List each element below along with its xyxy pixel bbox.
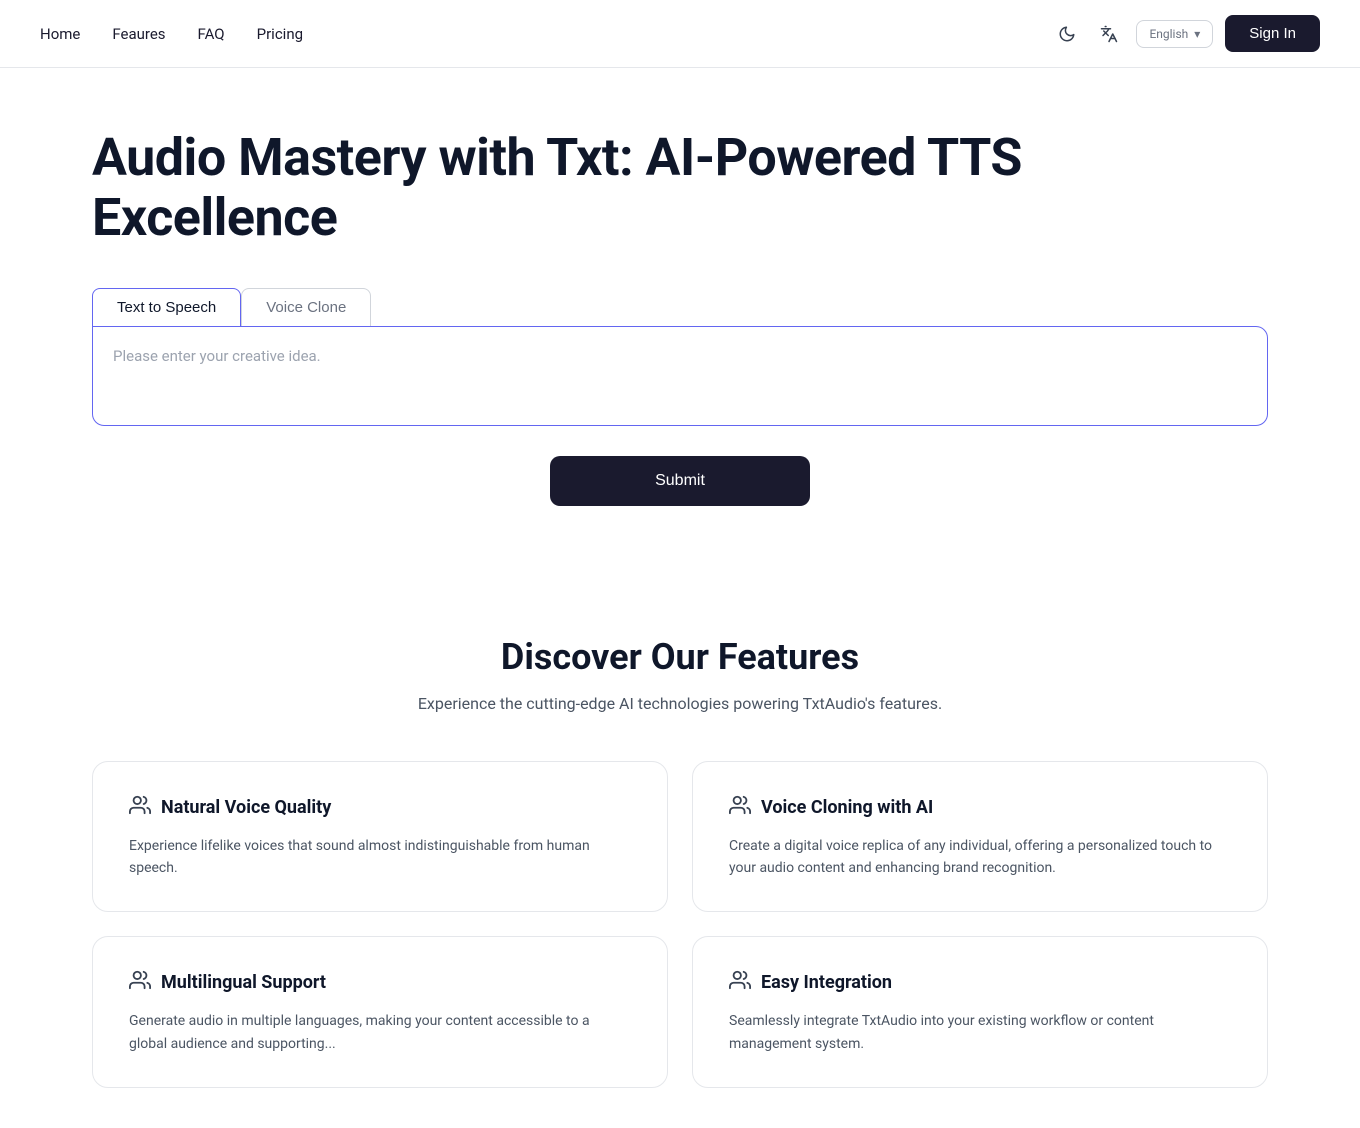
tabs-container: Text to Speech Voice Clone	[92, 288, 371, 326]
features-subtitle: Experience the cutting-edge AI technolog…	[92, 694, 1268, 713]
multilingual-icon	[129, 969, 151, 996]
integration-label: Easy Integration	[761, 972, 892, 993]
voice-cloning-label: Voice Cloning with AI	[761, 797, 933, 818]
hero-title: Audio Mastery with Txt: AI-Powered TTS E…	[92, 128, 1268, 248]
nav-link-features[interactable]: Feaures	[112, 25, 165, 43]
language-label: English	[1149, 27, 1188, 41]
chevron-down-icon: ▾	[1194, 27, 1200, 41]
moon-icon	[1058, 25, 1076, 43]
creative-idea-input[interactable]	[93, 327, 1267, 421]
natural-voice-icon	[129, 794, 151, 821]
nav-link-pricing[interactable]: Pricing	[257, 25, 303, 43]
multilingual-label: Multilingual Support	[161, 972, 326, 993]
nav-link-faq[interactable]: FAQ	[198, 25, 225, 43]
tab-voice-clone[interactable]: Voice Clone	[241, 288, 371, 326]
feature-card-voice-cloning: Voice Cloning with AI Create a digital v…	[692, 761, 1268, 913]
sign-in-button[interactable]: Sign In	[1225, 15, 1320, 52]
natural-voice-desc: Experience lifelike voices that sound al…	[129, 835, 631, 880]
feature-voice-cloning-title: Voice Cloning with AI	[729, 794, 1231, 821]
nav-left: Home Feaures FAQ Pricing	[40, 25, 303, 43]
dark-mode-toggle[interactable]	[1052, 19, 1082, 49]
submit-button[interactable]: Submit	[550, 456, 810, 506]
integration-desc: Seamlessly integrate TxtAudio into your …	[729, 1010, 1231, 1055]
translate-button[interactable]	[1094, 19, 1124, 49]
nav-right: English ▾ Sign In	[1052, 15, 1320, 52]
voice-cloning-desc: Create a digital voice replica of any in…	[729, 835, 1231, 880]
integration-icon	[729, 969, 751, 996]
navbar: Home Feaures FAQ Pricing English ▾ Sign …	[0, 0, 1360, 68]
textarea-wrapper	[92, 326, 1268, 426]
feature-card-natural-voice: Natural Voice Quality Experience lifelik…	[92, 761, 668, 913]
voice-cloning-icon	[729, 794, 751, 821]
feature-multilingual-title: Multilingual Support	[129, 969, 631, 996]
features-section: Discover Our Features Experience the cut…	[0, 576, 1360, 1128]
features-title: Discover Our Features	[92, 636, 1268, 678]
feature-integration-title: Easy Integration	[729, 969, 1231, 996]
feature-card-multilingual: Multilingual Support Generate audio in m…	[92, 936, 668, 1088]
tab-text-to-speech[interactable]: Text to Speech	[92, 288, 241, 326]
main-content: Audio Mastery with Txt: AI-Powered TTS E…	[0, 68, 1360, 576]
features-grid: Natural Voice Quality Experience lifelik…	[92, 761, 1268, 1089]
translate-icon	[1100, 25, 1118, 43]
natural-voice-label: Natural Voice Quality	[161, 797, 331, 818]
multilingual-desc: Generate audio in multiple languages, ma…	[129, 1010, 631, 1055]
language-selector[interactable]: English ▾	[1136, 20, 1213, 48]
nav-link-home[interactable]: Home	[40, 25, 80, 43]
feature-card-integration: Easy Integration Seamlessly integrate Tx…	[692, 936, 1268, 1088]
feature-natural-voice-title: Natural Voice Quality	[129, 794, 631, 821]
tts-section: Text to Speech Voice Clone	[92, 288, 1268, 426]
